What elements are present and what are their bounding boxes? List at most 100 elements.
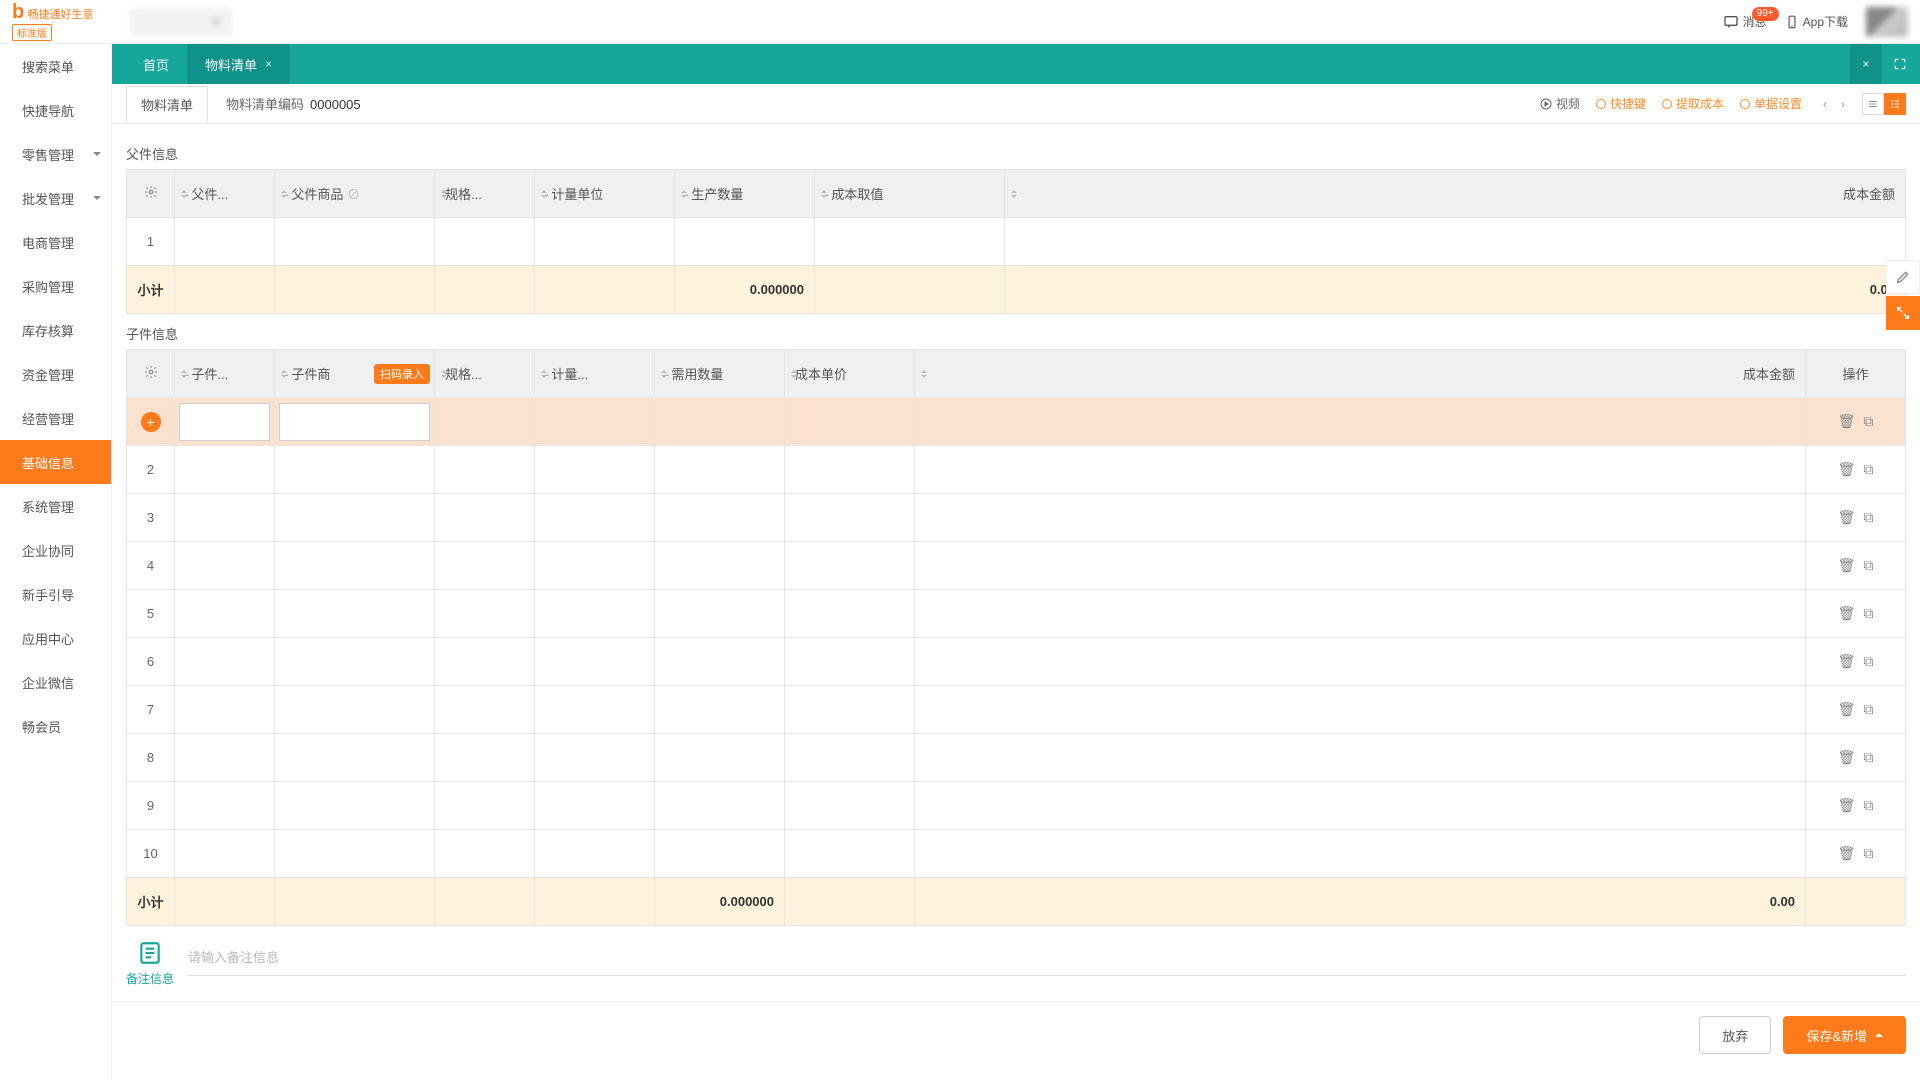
tab-bom[interactable]: 物料清单× <box>187 44 290 84</box>
nav-guide[interactable]: 新手引导 <box>0 572 111 616</box>
parent-col-amt[interactable]: 成本金额 <box>1005 170 1906 218</box>
nav-wework[interactable]: 企业微信 <box>0 660 111 704</box>
parent-col-costsrc[interactable]: ·成本取值 <box>815 170 1005 218</box>
child-row[interactable]: 5🗑⧉ <box>127 590 1906 638</box>
delete-icon[interactable]: 🗑 <box>1838 749 1856 765</box>
parent-col-spec[interactable]: 规格... <box>435 170 535 218</box>
view-list[interactable] <box>1862 93 1884 115</box>
scan-badge[interactable]: 扫码录入 <box>374 364 430 384</box>
child-col-qty[interactable]: ·需用数量 <box>655 350 785 398</box>
delete-icon[interactable]: 🗑 <box>1838 461 1856 477</box>
view-detail[interactable] <box>1884 93 1906 115</box>
copy-icon[interactable]: ⧉ <box>1863 605 1873 621</box>
parent-col-qty[interactable]: ·生产数量 <box>675 170 815 218</box>
dot-icon <box>1596 99 1606 109</box>
child-col-price[interactable]: 成本单价 <box>785 350 915 398</box>
copy-icon[interactable]: ⧉ <box>1863 509 1873 525</box>
nav-operate[interactable]: 经营管理 <box>0 396 111 440</box>
delete-icon[interactable]: 🗑 <box>1838 605 1856 621</box>
tab-home[interactable]: 首页 <box>125 44 187 84</box>
delete-icon[interactable]: 🗑 <box>1838 797 1856 813</box>
parent-col-item[interactable]: ·父件商品 ⊘ <box>275 170 435 218</box>
child-row[interactable]: 9🗑⧉ <box>127 782 1906 830</box>
pager-next[interactable]: › <box>1834 95 1852 113</box>
parent-subtotal: 小计0.0000000.00 <box>127 266 1906 314</box>
child-col-code[interactable]: ·子件... <box>175 350 275 398</box>
nav-search[interactable]: 搜索菜单 <box>0 44 111 88</box>
tool-setting[interactable]: 单据设置 <box>1740 95 1802 112</box>
delete-icon[interactable]: 🗑 <box>1838 653 1856 669</box>
child-col-amt[interactable]: 成本金额 <box>915 350 1806 398</box>
parent-col-code[interactable]: ·父件... <box>175 170 275 218</box>
nav-quick[interactable]: 快捷导航 <box>0 88 111 132</box>
copy-icon[interactable]: ⧉ <box>1863 557 1873 573</box>
copy-icon[interactable]: ⧉ <box>1863 797 1873 813</box>
pager-prev[interactable]: ‹ <box>1816 95 1834 113</box>
parent-row[interactable]: 1 <box>127 218 1906 266</box>
delete-icon[interactable]: 🗑 <box>1838 557 1856 573</box>
child-row[interactable]: 7🗑⧉ <box>127 686 1906 734</box>
logo-edition: 标准版 <box>12 24 52 41</box>
parent-gear[interactable] <box>127 170 175 218</box>
delete-icon[interactable]: 🗑 <box>1838 413 1856 429</box>
copy-icon[interactable]: ⧉ <box>1863 749 1873 765</box>
copy-icon[interactable]: ⧉ <box>1863 845 1873 861</box>
copy-icon[interactable]: ⧉ <box>1863 461 1873 477</box>
delete-icon[interactable]: 🗑 <box>1838 701 1856 717</box>
child-code-input[interactable] <box>179 403 270 441</box>
nav-vip[interactable]: 畅会员 <box>0 704 111 748</box>
nav-coop[interactable]: 企业协同 <box>0 528 111 572</box>
tool-hotkey[interactable]: 快捷键 <box>1596 95 1646 112</box>
avatar[interactable] <box>1866 7 1908 37</box>
nav-ecom[interactable]: 电商管理 <box>0 220 111 264</box>
company-selector[interactable] <box>130 8 232 36</box>
tabstrip-close[interactable]: × <box>1850 44 1882 84</box>
nav-fund[interactable]: 资金管理 <box>0 352 111 396</box>
app-download-link[interactable]: App下载 <box>1785 13 1848 30</box>
child-item-input[interactable] <box>279 403 430 441</box>
tool-video[interactable]: 视频 <box>1540 95 1580 112</box>
child-row[interactable]: 8🗑⧉ <box>127 734 1906 782</box>
nav-system[interactable]: 系统管理 <box>0 484 111 528</box>
cancel-button[interactable]: 放弃 <box>1699 1016 1771 1054</box>
save-add-button[interactable]: 保存&新增 <box>1783 1016 1906 1054</box>
fullscreen-icon[interactable] <box>1886 44 1914 84</box>
remark-block: 备注信息 <box>126 940 1906 987</box>
child-col-item[interactable]: ·子件商扫码录入 <box>275 350 435 398</box>
nav-purchase[interactable]: 采购管理 <box>0 264 111 308</box>
delete-icon[interactable]: 🗑 <box>1838 845 1856 861</box>
sheet-tab[interactable]: 物料清单 <box>126 86 208 123</box>
sheet-code: 物料清单编码0000005 <box>226 94 361 113</box>
add-row-button[interactable]: + <box>141 412 161 432</box>
nav-appcenter[interactable]: 应用中心 <box>0 616 111 660</box>
messages-link[interactable]: 消息 99+ <box>1723 13 1767 30</box>
child-row[interactable]: 6🗑⧉ <box>127 638 1906 686</box>
nav-stock[interactable]: 库存核算 <box>0 308 111 352</box>
nav-retail[interactable]: 零售管理 <box>0 132 111 176</box>
messages-badge: 99+ <box>1752 7 1779 21</box>
note-icon <box>137 940 163 966</box>
tool-cost[interactable]: 提取成本 <box>1662 95 1724 112</box>
gear-icon <box>144 365 158 379</box>
copy-icon[interactable]: ⧉ <box>1863 701 1873 717</box>
remark-input[interactable] <box>188 940 1906 976</box>
copy-icon[interactable]: ⧉ <box>1863 413 1873 429</box>
child-col-unit[interactable]: ·计量... <box>535 350 655 398</box>
child-row[interactable]: 4🗑⧉ <box>127 542 1906 590</box>
nav-wholesale[interactable]: 批发管理 <box>0 176 111 220</box>
child-gear[interactable] <box>127 350 175 398</box>
nav-basic[interactable]: 基础信息 <box>0 440 111 484</box>
child-row[interactable]: 3🗑⧉ <box>127 494 1906 542</box>
delete-icon[interactable]: 🗑 <box>1838 509 1856 525</box>
child-row[interactable]: + 🗑 ⧉ <box>127 398 1906 446</box>
view-toggle <box>1862 93 1906 115</box>
float-edit-button[interactable] <box>1886 260 1920 294</box>
child-col-spec[interactable]: 规格... <box>435 350 535 398</box>
child-row[interactable]: 10🗑⧉ <box>127 830 1906 878</box>
copy-icon[interactable]: ⧉ <box>1863 653 1873 669</box>
footer: 放弃 保存&新增 <box>112 1001 1920 1068</box>
parent-col-unit[interactable]: ·计量单位 <box>535 170 675 218</box>
close-icon[interactable]: × <box>265 57 272 71</box>
float-expand-button[interactable] <box>1886 296 1920 330</box>
child-row[interactable]: 2🗑⧉ <box>127 446 1906 494</box>
